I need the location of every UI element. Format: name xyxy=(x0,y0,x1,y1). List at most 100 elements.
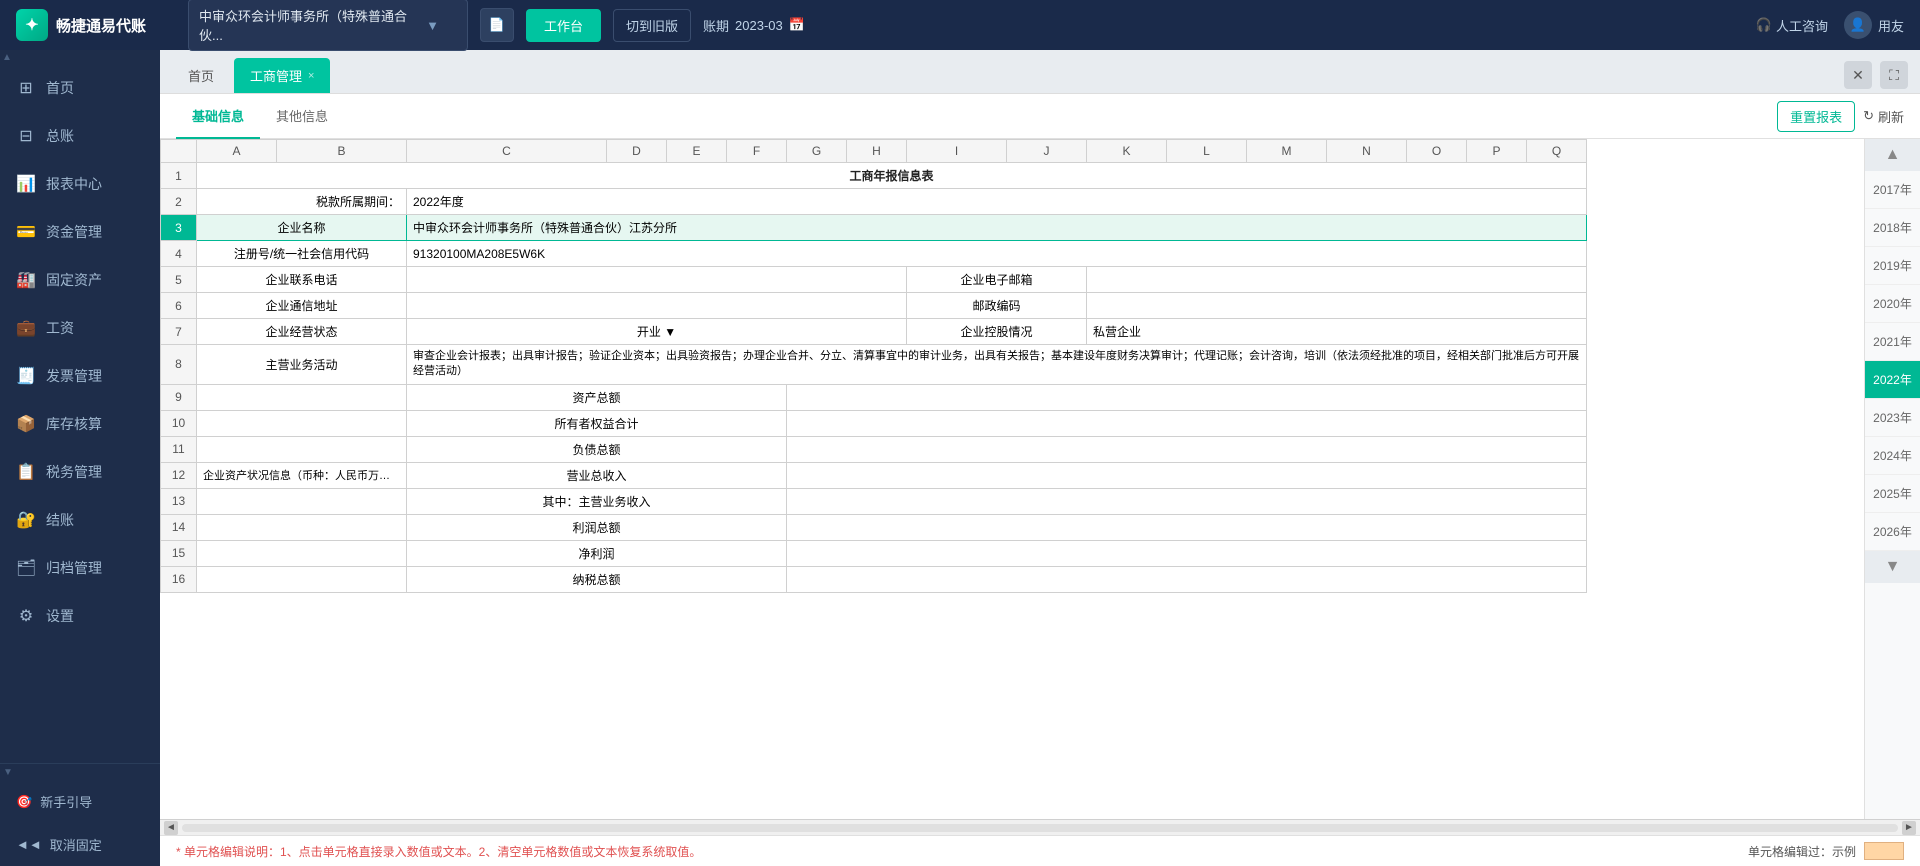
cell-3-label[interactable]: 企业名称 xyxy=(197,215,407,241)
sidebar-item-closing[interactable]: 🔐 结账 xyxy=(0,496,160,544)
year-item-2026[interactable]: 2026年 xyxy=(1865,513,1920,551)
sidebar-item-tax[interactable]: 📋 税务管理 xyxy=(0,448,160,496)
sidebar-item-unpin[interactable]: ◄◄ 取消固定 xyxy=(0,823,160,866)
col-header-Q[interactable]: Q xyxy=(1527,140,1587,163)
year-item-2017[interactable]: 2017年 xyxy=(1865,171,1920,209)
user-area[interactable]: 👤 用友 xyxy=(1844,11,1904,39)
col-header-P[interactable]: P xyxy=(1467,140,1527,163)
col-header-B[interactable]: B xyxy=(277,140,407,163)
tab-home[interactable]: 首页 xyxy=(172,58,230,93)
cell-8-label[interactable]: 主营业务活动 xyxy=(197,345,407,385)
year-nav-up[interactable]: ▲ xyxy=(1865,139,1920,171)
year-item-2024[interactable]: 2024年 xyxy=(1865,437,1920,475)
cell-6-addr[interactable] xyxy=(407,293,907,319)
cell-14-label[interactable]: 利润总额 xyxy=(407,514,787,540)
col-header-E[interactable]: E xyxy=(667,140,727,163)
col-header-L[interactable]: L xyxy=(1167,140,1247,163)
cell-6-zip[interactable] xyxy=(1087,293,1587,319)
cell-10-label[interactable]: 所有者权益合计 xyxy=(407,410,787,436)
cell-12-label[interactable]: 企业资产状况信息（币种：人民币万元） xyxy=(197,462,407,488)
year-item-2021[interactable]: 2021年 xyxy=(1865,323,1920,361)
sidebar-item-inventory[interactable]: 📦 库存核算 xyxy=(0,400,160,448)
sidebar-item-newguide[interactable]: 🎯 新手引导 xyxy=(0,780,160,823)
cell-12-rev-label[interactable]: 营业总收入 xyxy=(407,462,787,488)
sidebar-scroll-down[interactable]: ▼ xyxy=(0,764,16,780)
sidebar-item-reports[interactable]: 📊 报表中心 xyxy=(0,160,160,208)
col-header-C[interactable]: C xyxy=(407,140,607,163)
spreadsheet-container[interactable]: A B C D E F G H I J K L xyxy=(160,139,1864,819)
cell-7-control[interactable]: 私营企业 xyxy=(1087,319,1587,345)
sidebar-item-invoice[interactable]: 🧾 发票管理 xyxy=(0,352,160,400)
sidebar-scroll-up[interactable]: ▲ xyxy=(0,50,14,64)
cell-11-label[interactable]: 负债总额 xyxy=(407,436,787,462)
cell-6-zip-label[interactable]: 邮政编码 xyxy=(907,293,1087,319)
refresh-button[interactable]: ↻ 刷新 xyxy=(1863,107,1904,126)
cell-13-value[interactable] xyxy=(787,488,1587,514)
sidebar-item-ledger[interactable]: ⊟ 总账 xyxy=(0,112,160,160)
year-item-2023[interactable]: 2023年 xyxy=(1865,399,1920,437)
cell-15-label[interactable]: 净利润 xyxy=(407,540,787,566)
cell-2-label[interactable]: 税款所属期间： xyxy=(197,189,407,215)
cell-5-email[interactable] xyxy=(1087,267,1587,293)
col-header-G[interactable]: G xyxy=(787,140,847,163)
old-version-button[interactable]: 切到旧版 xyxy=(613,9,691,42)
cell-7-status[interactable]: 开业 ▼ xyxy=(407,319,907,345)
year-item-2025[interactable]: 2025年 xyxy=(1865,475,1920,513)
h-scroll-track[interactable] xyxy=(182,824,1898,832)
tab-close-button[interactable]: ✕ xyxy=(1844,61,1872,89)
cell-3-value[interactable]: 中审众环会计师事务所（特殊普通合伙）江苏分所 xyxy=(407,215,1587,241)
cell-4-label[interactable]: 注册号/统一社会信用代码 xyxy=(197,241,407,267)
document-icon[interactable]: 📄 xyxy=(480,8,514,42)
reset-report-button[interactable]: 重置报表 xyxy=(1777,101,1855,132)
tab-active[interactable]: 工商管理 × xyxy=(234,58,330,93)
cell-8-value[interactable]: 审查企业会计报表；出具审计报告；验证企业资本；出具验资报告；办理企业合并、分立、… xyxy=(407,345,1587,385)
sidebar-item-home[interactable]: ⊞ 首页 xyxy=(0,64,160,112)
sidebar-item-assets[interactable]: 🏭 固定资产 xyxy=(0,256,160,304)
sub-tab-basic[interactable]: 基础信息 xyxy=(176,94,260,139)
cell-5-email-label[interactable]: 企业电子邮箱 xyxy=(907,267,1087,293)
col-header-O[interactable]: O xyxy=(1407,140,1467,163)
year-item-2020[interactable]: 2020年 xyxy=(1865,285,1920,323)
cell-6-label[interactable]: 企业通信地址 xyxy=(197,293,407,319)
tab-close-icon[interactable]: × xyxy=(308,70,314,82)
cell-16-label[interactable]: 纳税总额 xyxy=(407,566,787,592)
col-header-K[interactable]: K xyxy=(1087,140,1167,163)
sidebar-item-archive[interactable]: 🗂 归档管理 xyxy=(0,544,160,592)
cell-5-phone[interactable] xyxy=(407,267,907,293)
year-item-2022[interactable]: 2022年 xyxy=(1865,361,1920,399)
sidebar-item-salary[interactable]: 💼 工资 xyxy=(0,304,160,352)
col-header-M[interactable]: M xyxy=(1247,140,1327,163)
year-nav-down[interactable]: ▼ xyxy=(1865,551,1920,583)
scroll-right-button[interactable]: ► xyxy=(1902,821,1916,835)
col-header-H[interactable]: H xyxy=(847,140,907,163)
sidebar-item-settings[interactable]: ⚙ 设置 xyxy=(0,592,160,640)
tab-expand-button[interactable]: ⛶ xyxy=(1880,61,1908,89)
cell-9-label[interactable]: 资产总额 xyxy=(407,384,787,410)
cell-16-value[interactable] xyxy=(787,566,1587,592)
cell-11-value[interactable] xyxy=(787,436,1587,462)
cell-14-value[interactable] xyxy=(787,514,1587,540)
cell-15-value[interactable] xyxy=(787,540,1587,566)
workbench-button[interactable]: 工作台 xyxy=(526,9,601,42)
cell-7-label[interactable]: 企业经营状态 xyxy=(197,319,407,345)
col-header-D[interactable]: D xyxy=(607,140,667,163)
col-header-N[interactable]: N xyxy=(1327,140,1407,163)
col-header-F[interactable]: F xyxy=(727,140,787,163)
cell-2-value[interactable]: 2022年度 xyxy=(407,189,1587,215)
cell-4-value[interactable]: 91320100MA208E5W6K xyxy=(407,241,1587,267)
col-header-I[interactable]: I xyxy=(907,140,1007,163)
cell-5-label[interactable]: 企业联系电话 xyxy=(197,267,407,293)
scroll-left-button[interactable]: ◄ xyxy=(164,821,178,835)
calendar-icon[interactable]: 📅 xyxy=(789,17,805,33)
sub-tab-other[interactable]: 其他信息 xyxy=(260,94,344,139)
year-item-2019[interactable]: 2019年 xyxy=(1865,247,1920,285)
cell-title[interactable]: 工商年报信息表 xyxy=(197,163,1587,189)
cell-7-control-label[interactable]: 企业控股情况 xyxy=(907,319,1087,345)
cell-10-value[interactable] xyxy=(787,410,1587,436)
cell-13-label[interactable]: 其中：主营业务收入 xyxy=(407,488,787,514)
support-button[interactable]: 🎧 人工咨询 xyxy=(1756,16,1828,35)
company-selector[interactable]: 中审众环会计师事务所（特殊普通合伙... ▼ xyxy=(188,0,468,51)
col-header-J[interactable]: J xyxy=(1007,140,1087,163)
sidebar-item-finance[interactable]: 💳 资金管理 xyxy=(0,208,160,256)
year-item-2018[interactable]: 2018年 xyxy=(1865,209,1920,247)
